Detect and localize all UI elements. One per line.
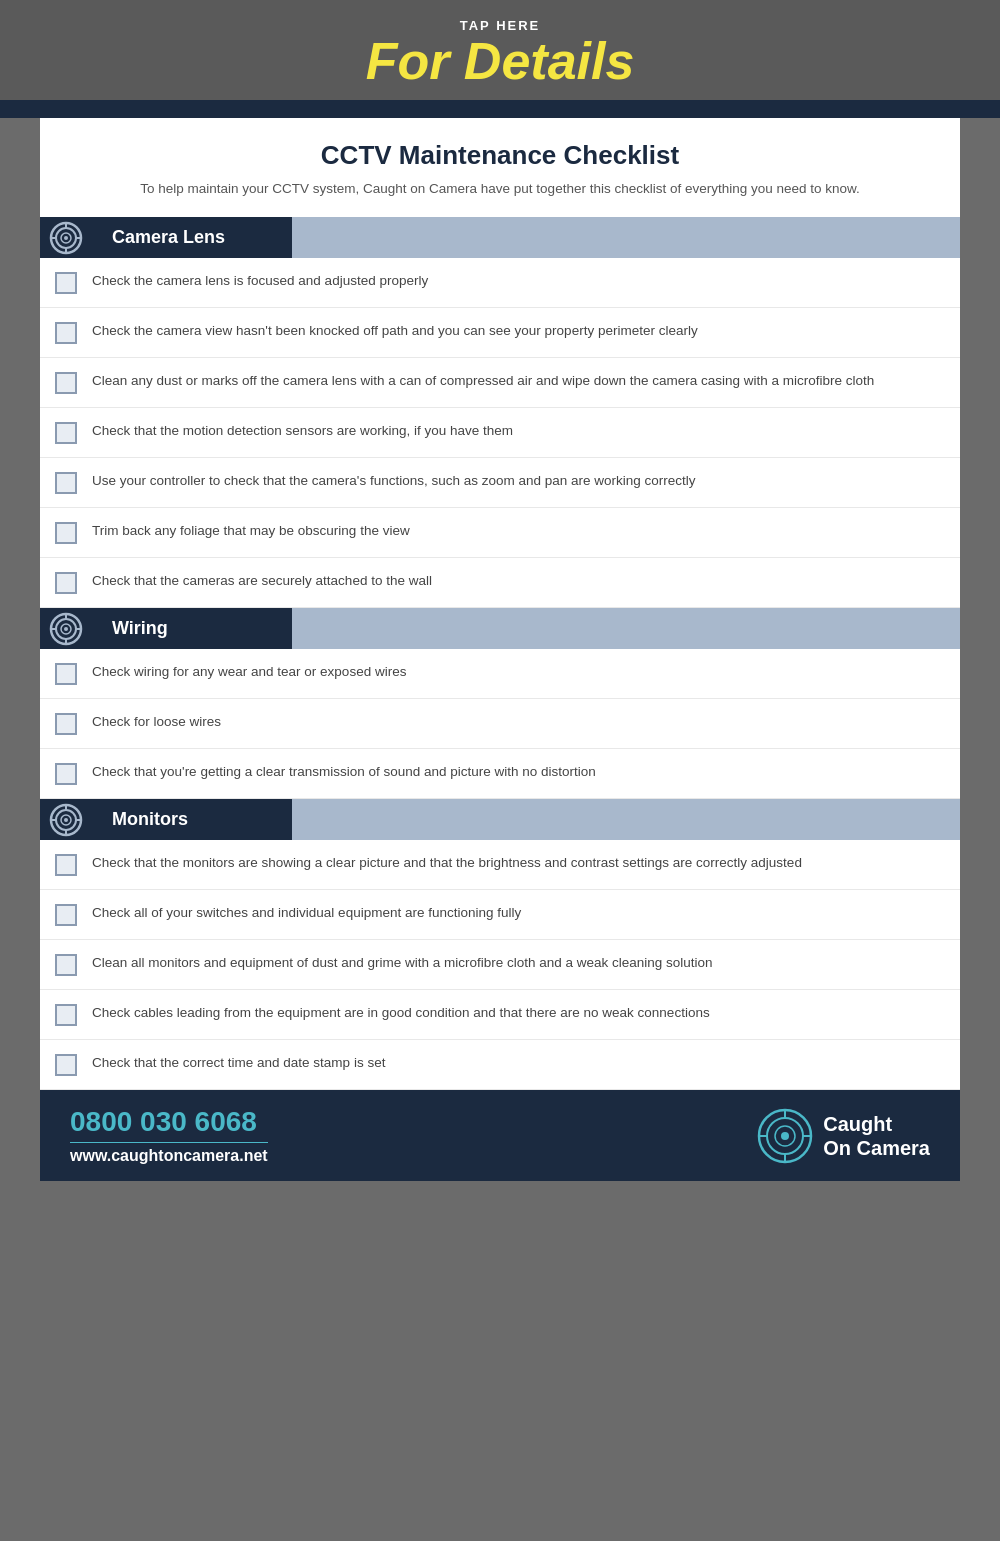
item-text: Check that the cameras are securely atta… <box>92 568 940 591</box>
footer-left: 0800 030 6068 www.caughtoncamera.net <box>70 1106 268 1165</box>
item-text: Check cables leading from the equipment … <box>92 1000 940 1023</box>
section-title-wiring: Wiring <box>92 608 292 649</box>
checkbox-cell[interactable] <box>40 659 92 685</box>
svg-point-3 <box>64 236 68 240</box>
target-icon-wiring <box>49 612 83 646</box>
checkbox-cell[interactable] <box>40 900 92 926</box>
checkbox[interactable] <box>55 522 77 544</box>
section-header-monitors: Monitors <box>40 799 960 840</box>
footer: 0800 030 6068 www.caughtoncamera.net Cau… <box>40 1090 960 1181</box>
item-text: Use your controller to check that the ca… <box>92 468 940 491</box>
checkbox[interactable] <box>55 854 77 876</box>
checkbox[interactable] <box>55 1004 77 1026</box>
footer-phone[interactable]: 0800 030 6068 <box>70 1106 268 1138</box>
target-icon-camera <box>49 221 83 255</box>
checkbox[interactable] <box>55 1054 77 1076</box>
section-header-filler-wiring <box>292 608 960 649</box>
section-header-filler-monitors <box>292 799 960 840</box>
item-text: Clean any dust or marks off the camera l… <box>92 368 940 391</box>
list-item: Check all of your switches and individua… <box>40 890 960 940</box>
checkbox-cell[interactable] <box>40 318 92 344</box>
target-icon-monitors <box>49 803 83 837</box>
list-item: Trim back any foliage that may be obscur… <box>40 508 960 558</box>
checkbox-cell[interactable] <box>40 418 92 444</box>
checkbox-cell[interactable] <box>40 950 92 976</box>
checkbox-cell[interactable] <box>40 518 92 544</box>
checkbox[interactable] <box>55 713 77 735</box>
footer-logo-text: Caught On Camera <box>823 1112 930 1160</box>
section-icon-cell-camera <box>40 217 92 258</box>
svg-point-11 <box>64 627 68 631</box>
main-card: CCTV Maintenance Checklist To help maint… <box>40 118 960 1181</box>
section-header-filler-camera <box>292 217 960 258</box>
item-text: Check that the motion detection sensors … <box>92 418 940 441</box>
checkbox-cell[interactable] <box>40 368 92 394</box>
list-item: Check that the motion detection sensors … <box>40 408 960 458</box>
item-text: Clean all monitors and equipment of dust… <box>92 950 940 973</box>
list-item: Check that you're getting a clear transm… <box>40 749 960 799</box>
checkbox[interactable] <box>55 954 77 976</box>
checkbox[interactable] <box>55 572 77 594</box>
item-text: Check that the monitors are showing a cl… <box>92 850 940 873</box>
item-text: Check wiring for any wear and tear or ex… <box>92 659 940 682</box>
footer-divider <box>70 1142 268 1143</box>
checkbox[interactable] <box>55 472 77 494</box>
section-icon-cell-wiring <box>40 608 92 649</box>
checkbox[interactable] <box>55 272 77 294</box>
list-item: Check cables leading from the equipment … <box>40 990 960 1040</box>
list-item: Clean all monitors and equipment of dust… <box>40 940 960 990</box>
footer-url[interactable]: www.caughtoncamera.net <box>70 1147 268 1165</box>
footer-logo: Caught On Camera <box>757 1108 930 1164</box>
list-item: Clean any dust or marks off the camera l… <box>40 358 960 408</box>
item-text: Check the camera lens is focused and adj… <box>92 268 940 291</box>
checkbox[interactable] <box>55 763 77 785</box>
item-text: Check that you're getting a clear transm… <box>92 759 940 782</box>
tap-here-label: TAP HERE <box>10 18 990 33</box>
list-item: Check wiring for any wear and tear or ex… <box>40 649 960 699</box>
section-title-monitors: Monitors <box>92 799 292 840</box>
item-text: Check the camera view hasn't been knocke… <box>92 318 940 341</box>
list-item: Check that the correct time and date sta… <box>40 1040 960 1090</box>
navy-divider-bar <box>0 100 1000 118</box>
checkbox-cell[interactable] <box>40 759 92 785</box>
section-icon-cell-monitors <box>40 799 92 840</box>
page-title: CCTV Maintenance Checklist <box>60 140 940 171</box>
section-header-camera-lens: Camera Lens <box>40 217 960 258</box>
checkbox-cell[interactable] <box>40 268 92 294</box>
checkbox[interactable] <box>55 372 77 394</box>
list-item: Use your controller to check that the ca… <box>40 458 960 508</box>
bottom-space <box>0 1181 1000 1221</box>
checkbox-cell[interactable] <box>40 850 92 876</box>
checkbox[interactable] <box>55 422 77 444</box>
svg-point-19 <box>64 818 68 822</box>
section-header-wiring: Wiring <box>40 608 960 649</box>
list-item: Check for loose wires <box>40 699 960 749</box>
checkbox[interactable] <box>55 322 77 344</box>
checkbox[interactable] <box>55 904 77 926</box>
checkbox[interactable] <box>55 663 77 685</box>
list-item: Check that the cameras are securely atta… <box>40 558 960 608</box>
card-subtitle: To help maintain your CCTV system, Caugh… <box>40 179 960 217</box>
svg-point-27 <box>781 1132 789 1140</box>
list-item: Check the camera view hasn't been knocke… <box>40 308 960 358</box>
section-title-camera-lens: Camera Lens <box>92 217 292 258</box>
checkbox-cell[interactable] <box>40 468 92 494</box>
checkbox-cell[interactable] <box>40 709 92 735</box>
checkbox-cell[interactable] <box>40 1000 92 1026</box>
caught-on-camera-logo-icon <box>757 1108 813 1164</box>
top-banner[interactable]: TAP HERE For Details <box>0 0 1000 100</box>
card-title-section: CCTV Maintenance Checklist <box>40 118 960 179</box>
list-item: Check that the monitors are showing a cl… <box>40 840 960 890</box>
item-text: Check all of your switches and individua… <box>92 900 940 923</box>
checkbox-cell[interactable] <box>40 1050 92 1076</box>
item-text: Check that the correct time and date sta… <box>92 1050 940 1073</box>
item-text: Check for loose wires <box>92 709 940 732</box>
list-item: Check the camera lens is focused and adj… <box>40 258 960 308</box>
checkbox-cell[interactable] <box>40 568 92 594</box>
item-text: Trim back any foliage that may be obscur… <box>92 518 940 541</box>
for-details-label: For Details <box>10 33 990 90</box>
